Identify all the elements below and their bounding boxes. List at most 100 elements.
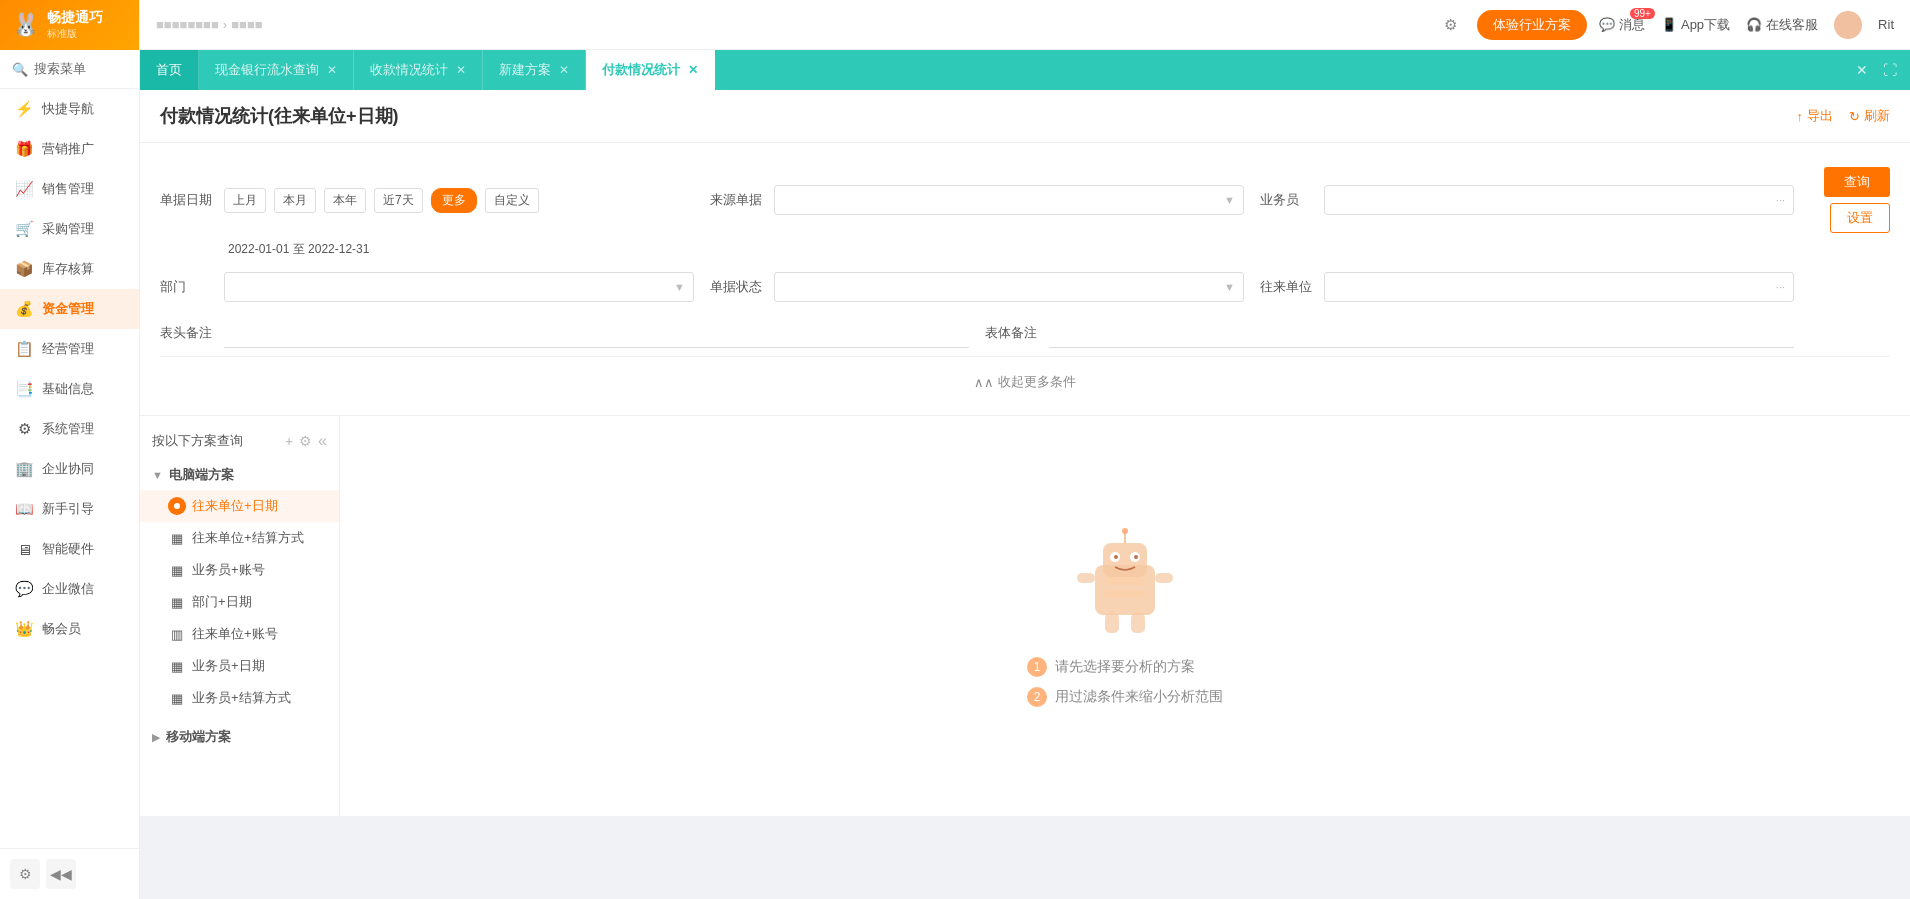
tab-newscheme-close[interactable]: ✕ [559,63,569,77]
sidebar-item-finance[interactable]: 💰 资金管理 [0,289,139,329]
topbar-settings-btn[interactable]: ⚙ [1437,11,1465,39]
sidebar-item-inventory[interactable]: 📦 库存核算 [0,249,139,289]
table-head-note-input[interactable] [224,318,969,348]
partner-select[interactable]: ··· [1324,272,1794,302]
tab-newscheme-label: 新建方案 [499,61,551,79]
scheme-settings-btn[interactable]: ⚙ [299,433,312,449]
scheme-item-partner-account-label: 往来单位+账号 [192,625,278,643]
salesman-select[interactable]: ··· [1324,185,1794,215]
sidebar-item-member[interactable]: 👑 畅会员 [0,609,139,649]
scheme-item-partner-date[interactable]: 往来单位+日期 [140,490,339,522]
scheme-item-table-icon5: ▦ [168,689,186,707]
tab-cashflow-label: 现金银行流水查询 [215,61,319,79]
scheme-item-table-icon4: ▦ [168,657,186,675]
sidebar-item-label: 快捷导航 [42,100,94,118]
tab-home[interactable]: 首页 [140,50,199,90]
scheme-item-salesman-settle[interactable]: ▦ 业务员+结算方式 [140,682,339,714]
service-label: 在线客服 [1766,16,1818,34]
empty-tip-1: 1 请先选择要分析的方案 [1027,657,1223,677]
scheme-item-partner-settle[interactable]: ▦ 往来单位+结算方式 [140,522,339,554]
tip-num-2: 2 [1027,687,1047,707]
username[interactable]: Rit [1878,17,1894,32]
export-icon: ↑ [1797,109,1804,124]
app-label: App下载 [1681,16,1730,34]
scheme-group-pc: ▼ 电脑端方案 往来单位+日期 ▦ 往来单位+结算方式 ▦ 业务员+账号 [140,456,339,718]
partner-select-arrow: ··· [1776,281,1785,293]
svg-rect-8 [1077,573,1095,583]
sidebar-item-purchase[interactable]: 🛒 采购管理 [0,209,139,249]
topbar-right: 💬 消息 99+ 📱 App下载 🎧 在线客服 Rit [1599,11,1894,39]
date-btn-more[interactable]: 更多 [431,188,477,213]
scheme-item-partner-account[interactable]: ▥ 往来单位+账号 [140,618,339,650]
sidebar-collapse-btn[interactable]: ◀◀ [46,859,76,889]
sidebar-item-wechat[interactable]: 💬 企业微信 [0,569,139,609]
refresh-btn[interactable]: ↻ 刷新 [1849,107,1890,125]
sidebar-item-basic[interactable]: 📑 基础信息 [0,369,139,409]
sidebar-item-sales[interactable]: 📈 销售管理 [0,169,139,209]
scheme-item-dept-date[interactable]: ▦ 部门+日期 [140,586,339,618]
sidebar-item-marketing[interactable]: 🎁 营销推广 [0,129,139,169]
dept-select[interactable]: ▼ [224,272,694,302]
voucher-status-select[interactable]: ▼ [774,272,1244,302]
sidebar-item-quick-nav[interactable]: ⚡ 快捷导航 [0,89,139,129]
sidebar-item-hardware[interactable]: 🖥 智能硬件 [0,529,139,569]
scheme-group-mobile-header[interactable]: ▶ 移动端方案 [140,722,339,752]
sidebar-item-enterprise[interactable]: 🏢 企业协同 [0,449,139,489]
sidebar-item-operations[interactable]: 📋 经营管理 [0,329,139,369]
query-btn[interactable]: 查询 [1824,167,1890,197]
purchase-icon: 🛒 [14,219,34,239]
filter-row-3: 表头备注 表体备注 [160,310,1890,356]
partner-label: 往来单位 [1260,278,1316,296]
tab-receipt-close[interactable]: ✕ [456,63,466,77]
query-col: 查询 设置 [1810,167,1890,233]
scheme-item-salesman-date[interactable]: ▦ 业务员+日期 [140,650,339,682]
filter-voucher-status-col: 单据状态 ▼ [710,272,1244,302]
scheme-item-salesman-date-label: 业务员+日期 [192,657,265,675]
empty-illustration [1065,525,1185,645]
collapse-more-btn[interactable]: ∧∧ 收起更多条件 [160,365,1890,399]
tab-receipt[interactable]: 收款情况统计 ✕ [354,50,483,90]
tab-payment[interactable]: 付款情况统计 ✕ [586,50,715,90]
table-body-note-input[interactable] [1049,318,1794,348]
filter-table-body-col: 表体备注 [985,318,1794,348]
message-btn[interactable]: 💬 消息 99+ [1599,16,1645,34]
user-avatar[interactable] [1834,11,1862,39]
sidebar-item-system[interactable]: ⚙ 系统管理 [0,409,139,449]
tab-payment-close[interactable]: ✕ [688,63,698,77]
tab-close-all-btn[interactable]: ✕ [1850,58,1874,82]
breadcrumb: ■■■■■■■■ › ■■■■ [156,17,1425,32]
tab-newscheme[interactable]: 新建方案 ✕ [483,50,586,90]
sidebar-item-label: 采购管理 [42,220,94,238]
scheme-group-pc-label: 电脑端方案 [169,466,234,484]
sidebar-item-label: 新手引导 [42,500,94,518]
tip-text-2: 用过滤条件来缩小分析范围 [1055,688,1223,706]
date-btn-last-month[interactable]: 上月 [224,188,266,213]
sidebar-settings-btn[interactable]: ⚙ [10,859,40,889]
scheme-panel-actions: + ⚙ « [285,432,327,450]
scheme-collapse-btn[interactable]: « [318,432,327,450]
topbar: ■■■■■■■■ › ■■■■ ⚙ 体验行业方案 💬 消息 99+ 📱 App下… [140,0,1910,50]
tab-cashflow-close[interactable]: ✕ [327,63,337,77]
source-select[interactable]: ▼ [774,185,1244,215]
tab-expand-btn[interactable]: ⛶ [1878,58,1902,82]
date-btn-custom[interactable]: 自定义 [485,188,539,213]
date-btn-this-year[interactable]: 本年 [324,188,366,213]
sidebar-item-guide[interactable]: 📖 新手引导 [0,489,139,529]
search-icon: 🔍 [12,62,28,77]
tab-home-label: 首页 [156,61,182,79]
online-service-btn[interactable]: 🎧 在线客服 [1746,16,1818,34]
sidebar-item-search[interactable]: 🔍 搜索菜单 [0,50,139,89]
message-badge: 99+ [1630,8,1655,19]
date-btn-last-7days[interactable]: 近7天 [374,188,423,213]
tab-cashflow[interactable]: 现金银行流水查询 ✕ [199,50,354,90]
date-btn-this-month[interactable]: 本月 [274,188,316,213]
app-download-btn[interactable]: 📱 App下载 [1661,16,1730,34]
logo-name: 畅捷通巧 [47,9,103,27]
scheme-item-salesman-account[interactable]: ▦ 业务员+账号 [140,554,339,586]
export-btn[interactable]: ↑ 导出 [1797,107,1834,125]
filter-date-col: 单据日期 上月 本月 本年 近7天 更多 自定义 [160,188,694,213]
scheme-group-pc-header[interactable]: ▼ 电脑端方案 [140,460,339,490]
trial-btn[interactable]: 体验行业方案 [1477,10,1587,40]
settings-btn[interactable]: 设置 [1830,203,1890,233]
scheme-add-btn[interactable]: + [285,433,293,449]
